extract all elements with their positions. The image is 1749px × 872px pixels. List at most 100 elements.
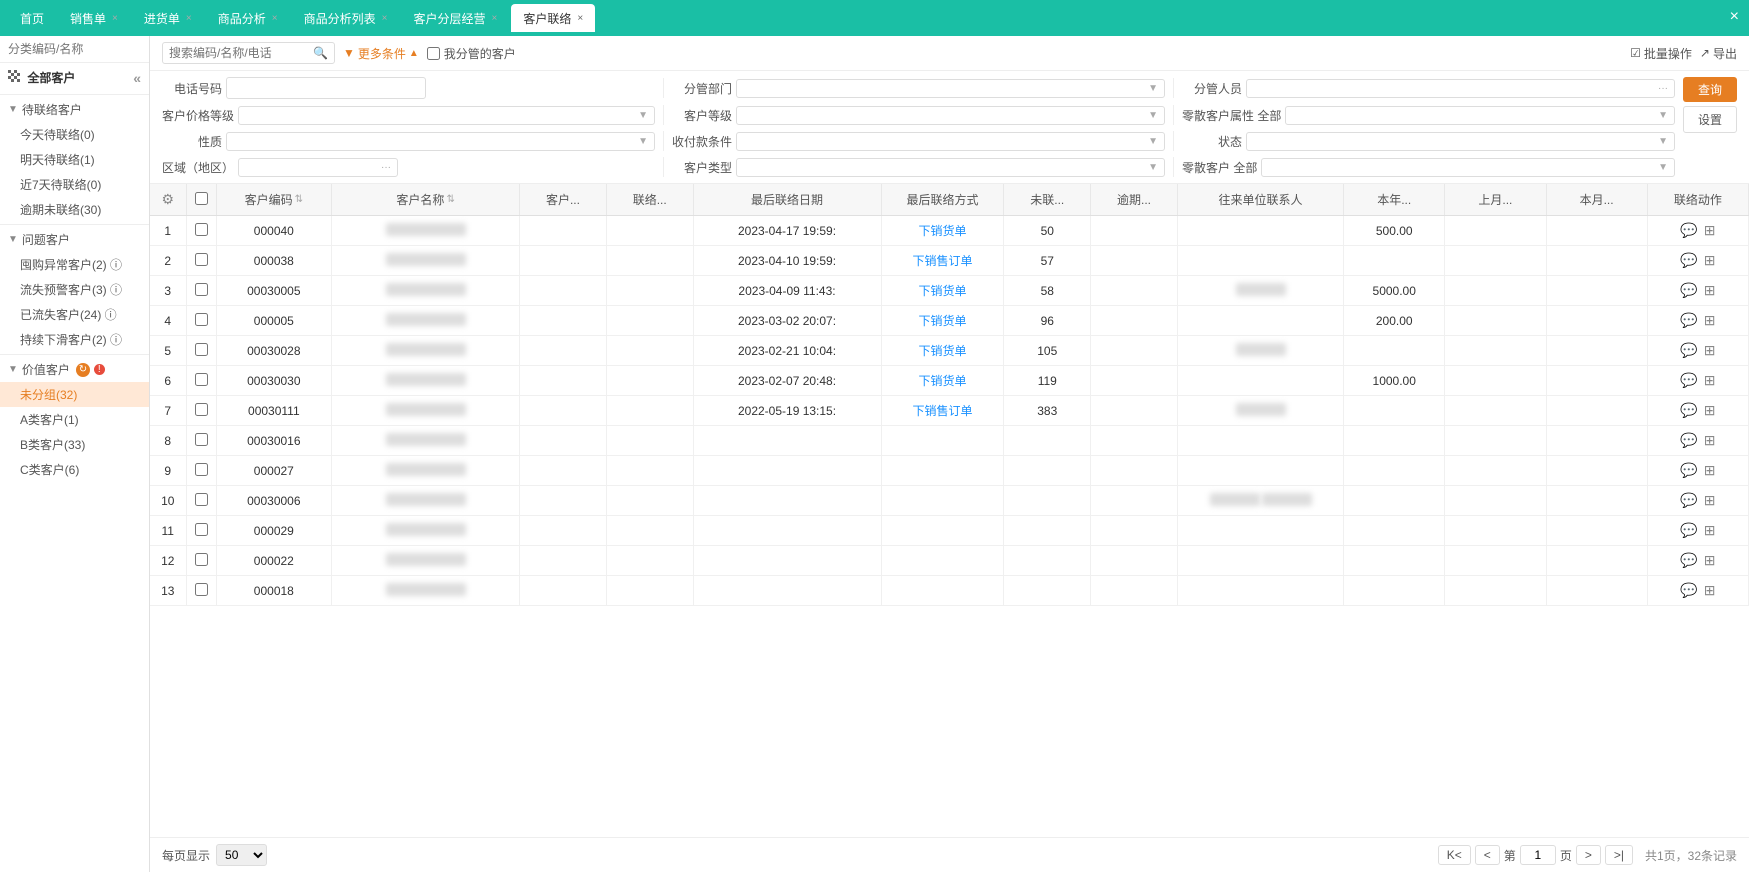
row-checkbox[interactable] — [195, 343, 208, 356]
retail-customer-select[interactable]: ▼ — [1261, 158, 1675, 177]
sidebar-item-a-class[interactable]: A类客户(1) — [0, 407, 149, 432]
row-checkbox[interactable] — [195, 253, 208, 266]
message-icon[interactable]: 💬 — [1680, 372, 1697, 389]
query-button[interactable]: 查询 — [1683, 77, 1737, 102]
message-icon[interactable]: 💬 — [1680, 342, 1697, 359]
row-checkbox[interactable] — [195, 433, 208, 446]
sidebar-group-pending[interactable]: ▼ 待联络客户 — [0, 97, 149, 122]
sidebar-item-b-class[interactable]: B类客户(33) — [0, 432, 149, 457]
grid-action-icon[interactable]: ⊞ — [1704, 282, 1716, 299]
method-link[interactable]: 下销货单 — [918, 284, 966, 298]
method-link[interactable]: 下销售订单 — [912, 404, 972, 418]
phone-input[interactable] — [226, 77, 426, 99]
grid-action-icon[interactable]: ⊞ — [1704, 432, 1716, 449]
tab-customer-mgmt[interactable]: 客户分层经营 × — [401, 4, 509, 32]
my-customers-checkbox[interactable] — [427, 47, 440, 60]
tab-sales-close[interactable]: × — [112, 13, 118, 24]
grid-action-icon[interactable]: ⊞ — [1704, 312, 1716, 329]
sidebar-search-input[interactable] — [8, 42, 150, 56]
sidebar-item-ungroup[interactable]: 未分组(32) — [0, 382, 149, 407]
person-select[interactable]: ··· — [1246, 79, 1675, 98]
sidebar-item-churn-warning[interactable]: 流失预警客户(3) ⓘ — [0, 277, 149, 302]
tab-customer-mgmt-close[interactable]: × — [491, 13, 497, 24]
sidebar-group-problem[interactable]: ▼ 问题客户 — [0, 227, 149, 252]
row-checkbox[interactable] — [195, 313, 208, 326]
prev-page-btn[interactable]: < — [1475, 845, 1500, 865]
nature-select[interactable]: ▼ — [226, 132, 655, 151]
message-icon[interactable]: 💬 — [1680, 522, 1697, 539]
sidebar-item-today[interactable]: 今天待联络(0) — [0, 122, 149, 147]
grid-action-icon[interactable]: ⊞ — [1704, 222, 1716, 239]
sort-icon2[interactable]: ⇅ — [446, 194, 454, 205]
message-icon[interactable]: 💬 — [1680, 402, 1697, 419]
method-link[interactable]: 下销货单 — [918, 374, 966, 388]
reset-button[interactable]: 设置 — [1683, 106, 1737, 133]
method-link[interactable]: 下销货单 — [918, 314, 966, 328]
row-checkbox[interactable] — [195, 523, 208, 536]
price-level-select[interactable]: ▼ — [238, 106, 655, 125]
message-icon[interactable]: 💬 — [1680, 432, 1697, 449]
select-all-checkbox[interactable] — [195, 192, 208, 205]
grid-action-icon[interactable]: ⊞ — [1704, 252, 1716, 269]
tab-product-list-close[interactable]: × — [382, 13, 388, 24]
last-page-btn[interactable]: >| — [1605, 845, 1633, 865]
message-icon[interactable]: 💬 — [1680, 582, 1697, 599]
grid-action-icon[interactable]: ⊞ — [1704, 582, 1716, 599]
sidebar-item-churned[interactable]: 已流失客户(24) ⓘ — [0, 302, 149, 327]
region-select[interactable]: ··· — [238, 158, 398, 177]
row-checkbox[interactable] — [195, 223, 208, 236]
next-page-btn[interactable]: > — [1576, 845, 1601, 865]
payment-select[interactable]: ▼ — [736, 132, 1165, 151]
page-input[interactable] — [1520, 845, 1556, 865]
filter-search-input[interactable] — [169, 46, 309, 60]
method-link[interactable]: 下销售订单 — [912, 254, 972, 268]
tab-product-list[interactable]: 商品分析列表 × — [292, 4, 400, 32]
message-icon[interactable]: 💬 — [1680, 552, 1697, 569]
tab-product-analysis-close[interactable]: × — [272, 13, 278, 24]
sidebar-item-hoarding[interactable]: 囤购异常客户(2) ⓘ — [0, 252, 149, 277]
sort-icon[interactable]: ⇅ — [295, 194, 303, 205]
grid-action-icon[interactable]: ⊞ — [1704, 372, 1716, 389]
status-select[interactable]: ▼ — [1246, 132, 1675, 151]
tab-sales[interactable]: 销售单 × — [58, 4, 130, 32]
message-icon[interactable]: 💬 — [1680, 462, 1697, 479]
sidebar-item-overdue[interactable]: 逾期未联络(30) — [0, 197, 149, 222]
settings-icon[interactable]: ⚙ — [161, 191, 174, 207]
sidebar-collapse-icon[interactable]: « — [133, 70, 141, 86]
message-icon[interactable]: 💬 — [1680, 312, 1697, 329]
sidebar-item-7days[interactable]: 近7天待联络(0) — [0, 172, 149, 197]
dept-select[interactable]: ▼ — [736, 79, 1165, 98]
per-page-select[interactable]: 50 100 200 — [216, 844, 267, 866]
row-checkbox[interactable] — [195, 403, 208, 416]
sidebar-item-tomorrow[interactable]: 明天待联络(1) — [0, 147, 149, 172]
more-conditions-btn[interactable]: ▼ 更多条件 ▲ — [343, 45, 419, 62]
tab-purchase[interactable]: 进货单 × — [132, 4, 204, 32]
sidebar-item-declining[interactable]: 持续下滑客户(2) ⓘ — [0, 327, 149, 352]
tab-home[interactable]: 首页 — [8, 4, 56, 32]
grid-action-icon[interactable]: ⊞ — [1704, 552, 1716, 569]
batch-ops-btn[interactable]: ☑ 批量操作 — [1630, 45, 1692, 62]
tab-purchase-close[interactable]: × — [186, 13, 192, 24]
message-icon[interactable]: 💬 — [1680, 252, 1697, 269]
nav-close-icon[interactable]: × — [1730, 8, 1739, 26]
grid-action-icon[interactable]: ⊞ — [1704, 462, 1716, 479]
tab-customer-contact[interactable]: 客户联络 × — [511, 4, 595, 32]
message-icon[interactable]: 💬 — [1680, 222, 1697, 239]
sidebar-group-value[interactable]: ▼ 价值客户 ↻ ! — [0, 357, 149, 382]
method-link[interactable]: 下销货单 — [918, 224, 966, 238]
filter-search-icon[interactable]: 🔍 — [313, 46, 328, 60]
row-checkbox[interactable] — [195, 493, 208, 506]
grid-action-icon[interactable]: ⊞ — [1704, 492, 1716, 509]
first-page-btn[interactable]: K< — [1438, 845, 1471, 865]
method-link[interactable]: 下销货单 — [918, 344, 966, 358]
retail-attr-select[interactable]: ▼ — [1285, 106, 1675, 125]
customer-level-select[interactable]: ▼ — [736, 106, 1165, 125]
sidebar-item-c-class[interactable]: C类客户(6) — [0, 457, 149, 482]
tab-product-analysis[interactable]: 商品分析 × — [206, 4, 290, 32]
export-btn[interactable]: ↗ 导出 — [1700, 45, 1737, 62]
row-checkbox[interactable] — [195, 373, 208, 386]
row-checkbox[interactable] — [195, 463, 208, 476]
row-checkbox[interactable] — [195, 583, 208, 596]
row-checkbox[interactable] — [195, 553, 208, 566]
message-icon[interactable]: 💬 — [1680, 282, 1697, 299]
